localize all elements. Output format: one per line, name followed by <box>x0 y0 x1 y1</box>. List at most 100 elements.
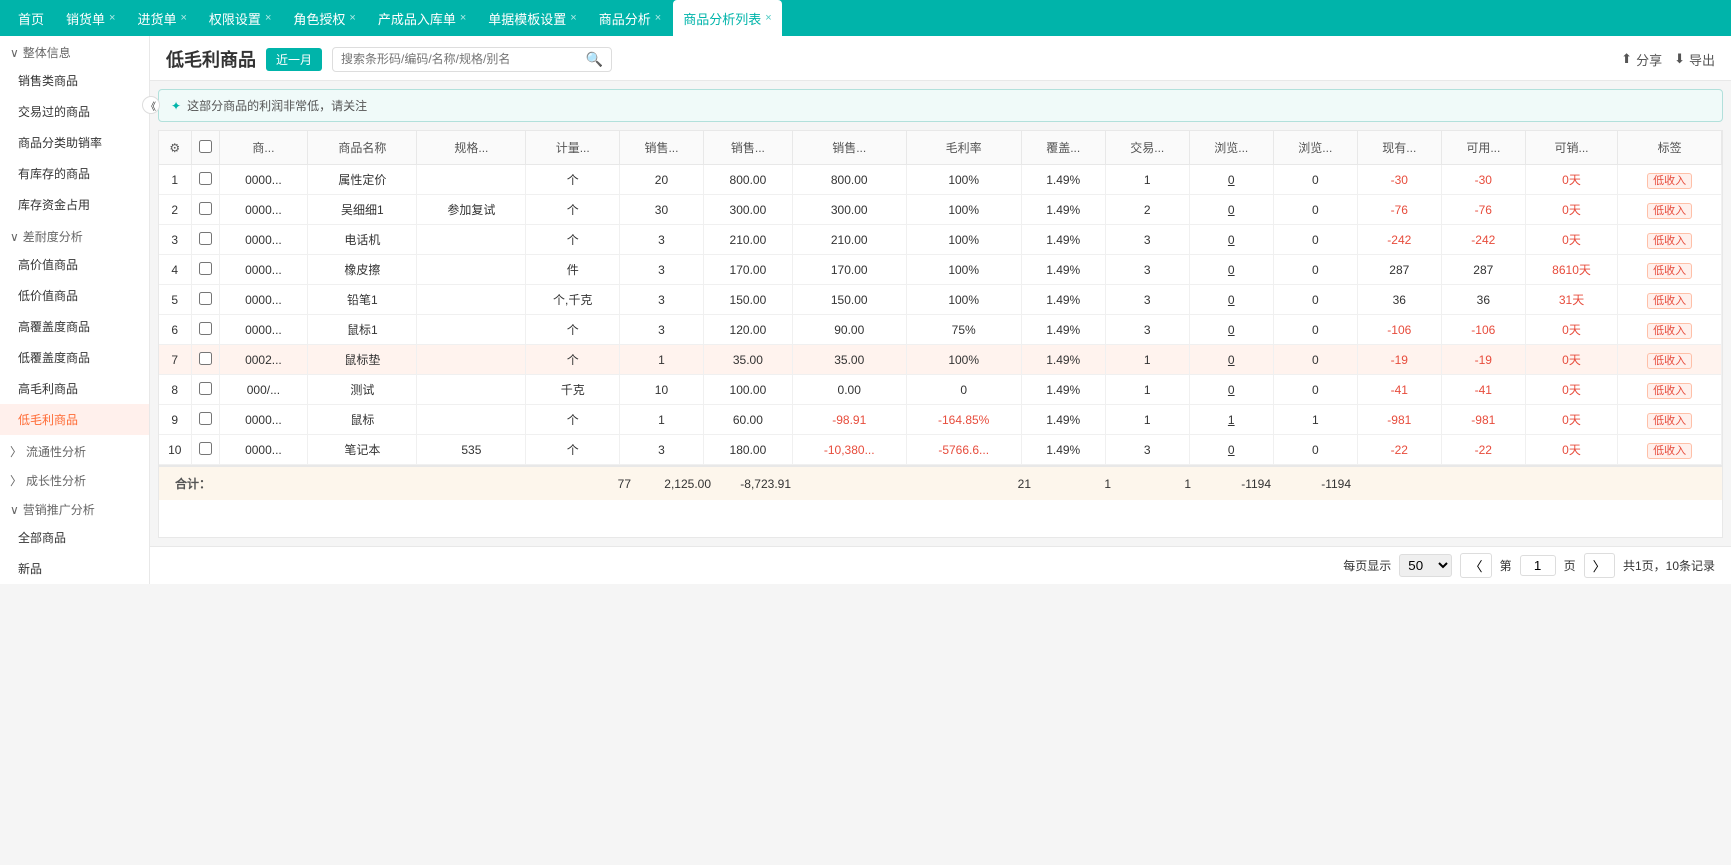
row-checkbox[interactable] <box>191 285 219 315</box>
row-check[interactable] <box>199 412 212 425</box>
row-checkbox[interactable] <box>191 405 219 435</box>
sidebar-item-all-goods[interactable]: 全部商品 <box>0 522 149 553</box>
nav-template-settings[interactable]: 单据模板设置 × <box>478 0 586 36</box>
nav-close-icon[interactable]: × <box>349 12 355 24</box>
export-button[interactable]: ⬇ 导出 <box>1674 50 1715 69</box>
sidebar-item-traded-goods[interactable]: 交易过的商品 <box>0 96 149 127</box>
nav-close-icon[interactable]: × <box>765 12 771 24</box>
col-checkbox[interactable] <box>191 131 219 165</box>
sidebar-item-capital-usage[interactable]: 库存资金占用 <box>0 189 149 220</box>
page-input[interactable] <box>1520 555 1556 576</box>
nav-role-auth[interactable]: 角色授权 × <box>283 0 365 36</box>
row-check[interactable] <box>199 442 212 455</box>
sidebar-group-growth: 〉 成长性分析 <box>0 464 149 493</box>
data-table-container: ⚙ 商... 商品名称 规格... 计量... 销售... 销售... 销售..… <box>158 130 1723 538</box>
nav-permissions[interactable]: 权限设置 × <box>199 0 281 36</box>
row-check[interactable] <box>199 322 212 335</box>
col-avail[interactable]: 可用... <box>1441 131 1525 165</box>
nav-close-icon[interactable]: × <box>109 12 115 24</box>
col-code[interactable]: 商... <box>219 131 308 165</box>
row-view1[interactable]: 0 <box>1189 255 1273 285</box>
sidebar-group-marketing: ∨ 营销推广分析 <box>0 493 149 522</box>
nav-product-entry[interactable]: 产成品入库单 × <box>368 0 476 36</box>
nav-product-analysis-list[interactable]: 商品分析列表 × <box>673 0 781 36</box>
row-check[interactable] <box>199 352 212 365</box>
row-checkbox[interactable] <box>191 195 219 225</box>
col-tag[interactable]: 标签 <box>1618 131 1722 165</box>
col-qty[interactable]: 销售... <box>619 131 703 165</box>
row-check[interactable] <box>199 292 212 305</box>
row-view1[interactable]: 0 <box>1189 375 1273 405</box>
sidebar-item-category-rate[interactable]: 商品分类助销率 <box>0 127 149 158</box>
share-button[interactable]: ⬆ 分享 <box>1621 50 1662 69</box>
row-check[interactable] <box>199 202 212 215</box>
nav-close-icon[interactable]: × <box>655 12 661 24</box>
row-view1[interactable]: 0 <box>1189 315 1273 345</box>
sidebar-toggle-btn[interactable]: 《 <box>142 96 160 114</box>
search-input[interactable] <box>341 52 586 66</box>
col-view1[interactable]: 浏览... <box>1189 131 1273 165</box>
row-avail: 287 <box>1441 255 1525 285</box>
sidebar-item-high-margin[interactable]: 高毛利商品 <box>0 373 149 404</box>
col-unit[interactable]: 计量... <box>526 131 620 165</box>
nav-close-icon[interactable]: × <box>460 12 466 24</box>
row-name: 属性定价 <box>308 165 417 195</box>
row-checkbox[interactable] <box>191 345 219 375</box>
col-gross-rate[interactable]: 毛利率 <box>906 131 1021 165</box>
col-price[interactable]: 销售... <box>703 131 792 165</box>
prev-page-btn[interactable]: 〈 <box>1460 553 1491 578</box>
row-avail: -242 <box>1441 225 1525 255</box>
row-view1[interactable]: 0 <box>1189 195 1273 225</box>
row-check[interactable] <box>199 232 212 245</box>
row-check[interactable] <box>199 262 212 275</box>
per-page-select[interactable]: 50 20 100 <box>1399 554 1452 577</box>
sidebar-item-stocked-goods[interactable]: 有库存的商品 <box>0 158 149 189</box>
col-view2[interactable]: 浏览... <box>1273 131 1357 165</box>
row-view1[interactable]: 0 <box>1189 435 1273 465</box>
row-checkbox[interactable] <box>191 315 219 345</box>
footer-avail: -1194 <box>1291 477 1351 491</box>
row-gross: 1.49% <box>1021 165 1105 195</box>
row-view1[interactable]: 0 <box>1189 345 1273 375</box>
row-check[interactable] <box>199 382 212 395</box>
row-deal: 3 <box>1105 255 1189 285</box>
sidebar-item-sales-goods[interactable]: 销售类商品 <box>0 65 149 96</box>
nav-sales-order[interactable]: 销货单 × <box>56 0 125 36</box>
col-current[interactable]: 现有... <box>1357 131 1441 165</box>
col-settings[interactable]: ⚙ <box>159 131 191 165</box>
sidebar-item-new-goods[interactable]: 新品 <box>0 553 149 584</box>
row-view1[interactable]: 0 <box>1189 165 1273 195</box>
nav-close-icon[interactable]: × <box>180 12 186 24</box>
row-checkbox[interactable] <box>191 255 219 285</box>
sidebar-item-high-coverage[interactable]: 高覆盖度商品 <box>0 311 149 342</box>
sidebar-item-low-value[interactable]: 低价值商品 <box>0 280 149 311</box>
row-checkbox[interactable] <box>191 165 219 195</box>
col-coverage[interactable]: 覆盖... <box>1021 131 1105 165</box>
sidebar-item-low-coverage[interactable]: 低覆盖度商品 <box>0 342 149 373</box>
row-check[interactable] <box>199 172 212 185</box>
nav-close-icon[interactable]: × <box>265 12 271 24</box>
sidebar-item-low-margin[interactable]: 低毛利商品 <box>0 404 149 435</box>
row-checkbox[interactable] <box>191 225 219 255</box>
nav-home[interactable]: 首页 <box>8 0 54 36</box>
col-spec[interactable]: 规格... <box>417 131 526 165</box>
row-checkbox[interactable] <box>191 375 219 405</box>
row-view1[interactable]: 0 <box>1189 225 1273 255</box>
row-unit: 个 <box>526 405 620 435</box>
next-page-btn[interactable]: 〉 <box>1584 553 1615 578</box>
select-all-checkbox[interactable] <box>199 140 212 153</box>
date-filter-button[interactable]: 近一月 <box>266 48 322 71</box>
row-view1[interactable]: 1 <box>1189 405 1273 435</box>
nav-product-analysis[interactable]: 商品分析 × <box>589 0 671 36</box>
col-deal[interactable]: 交易... <box>1105 131 1189 165</box>
col-salable[interactable]: 可销... <box>1525 131 1617 165</box>
col-amount[interactable]: 销售... <box>792 131 906 165</box>
nav-purchase-order[interactable]: 进货单 × <box>127 0 196 36</box>
sidebar-item-high-value[interactable]: 高价值商品 <box>0 249 149 280</box>
row-view1[interactable]: 0 <box>1189 285 1273 315</box>
col-name[interactable]: 商品名称 <box>308 131 417 165</box>
nav-close-icon[interactable]: × <box>570 12 576 24</box>
row-checkbox[interactable] <box>191 435 219 465</box>
search-icon[interactable]: 🔍 <box>586 51 603 68</box>
row-avail: -41 <box>1441 375 1525 405</box>
